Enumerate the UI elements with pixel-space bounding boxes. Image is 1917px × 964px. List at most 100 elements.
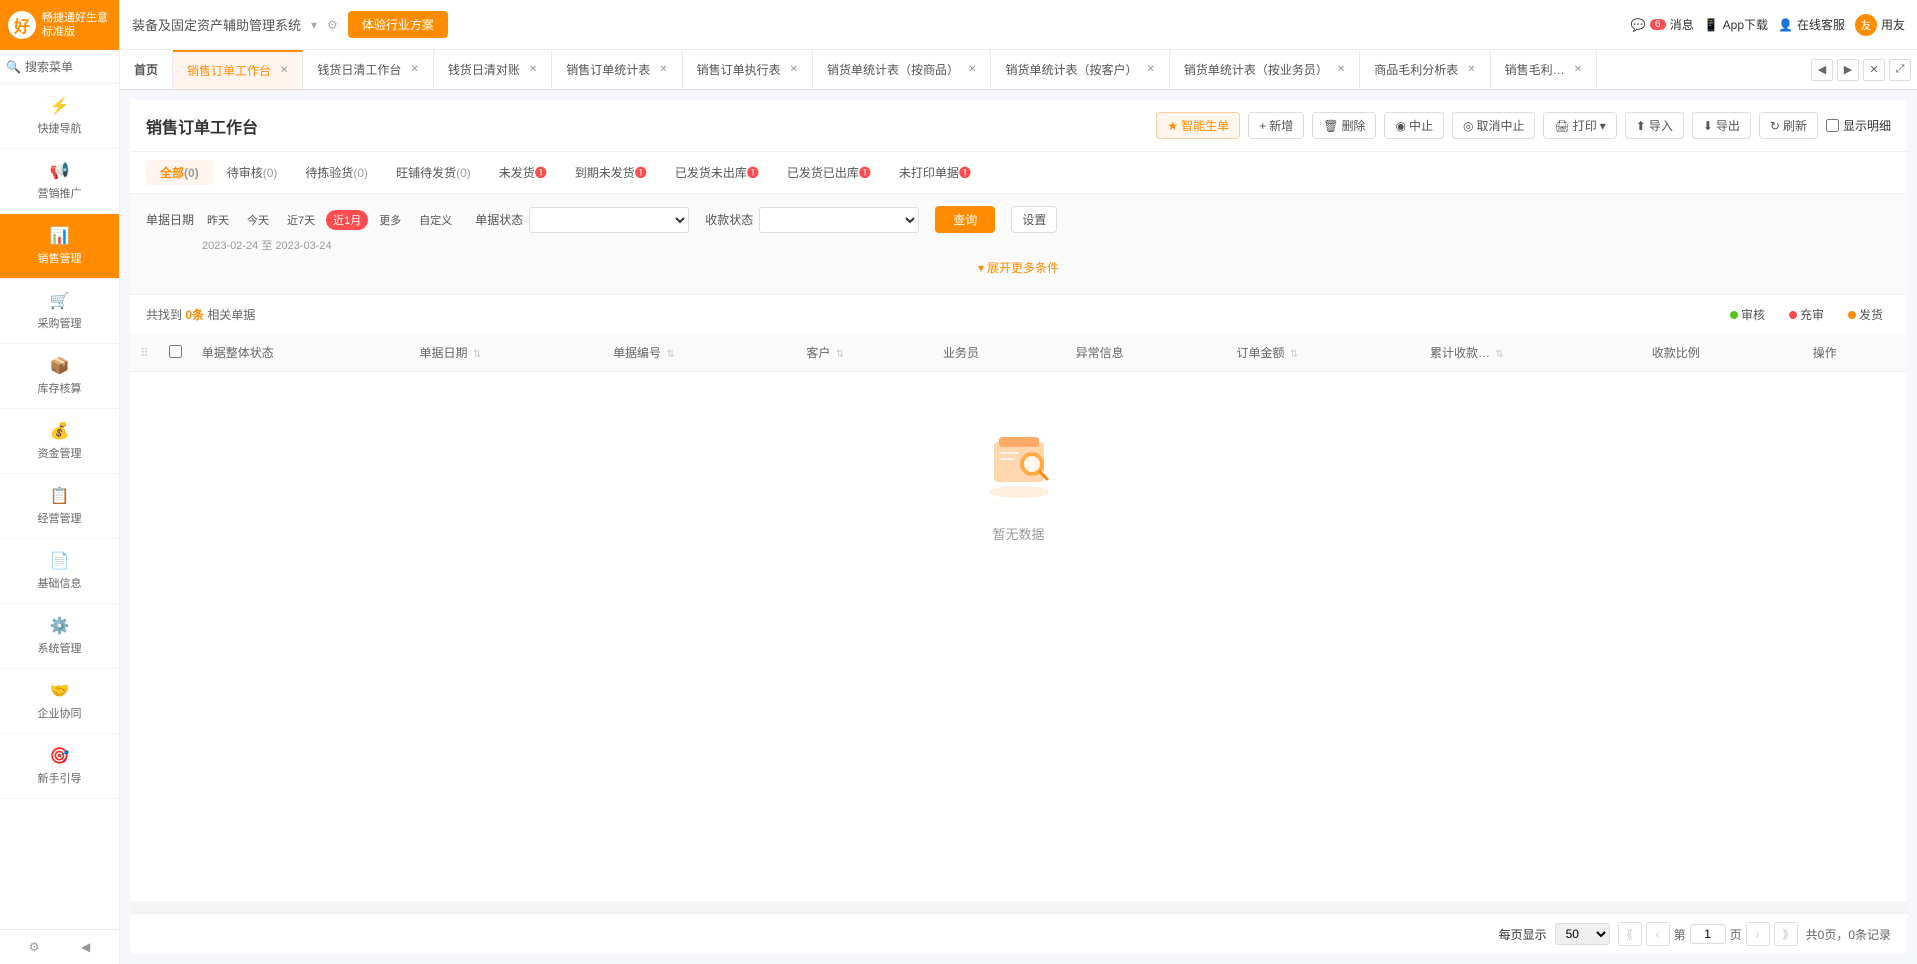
tab-close-sales-stats[interactable]: ✕ (659, 64, 667, 75)
tab-close-gross-profit[interactable]: ✕ (1467, 64, 1475, 75)
filter-tab-shipped-not-out[interactable]: 已发货未出库❶ (661, 160, 773, 185)
ship-btn[interactable]: 发货 (1840, 303, 1891, 326)
show-detail-checkbox[interactable] (1826, 119, 1839, 132)
date-btn-yesterday[interactable]: 昨天 (200, 210, 236, 230)
sidebar-item-sales[interactable]: 📊 销售管理 (0, 214, 119, 279)
sidebar-item-search[interactable]: 🔍 搜索菜单 (0, 50, 119, 84)
tab-close-sales-order[interactable]: ✕ (280, 65, 288, 76)
filter-tab-pending-inspect[interactable]: 待拣验货(0) (291, 160, 382, 185)
filter-tab-overdue-unshipped[interactable]: 到期未发货❶ (561, 160, 661, 185)
tab-home[interactable]: 首页 (120, 51, 173, 88)
export-btn[interactable]: ⬇ 导出 (1692, 112, 1751, 139)
delete-btn[interactable]: 🗑 删除 (1312, 112, 1376, 139)
operations-icon: 📋 (50, 486, 70, 506)
count-value: 0条 (185, 308, 207, 322)
print-btn[interactable]: 🖨 打印 ▾ (1543, 112, 1616, 139)
date-btn-custom[interactable]: 自定义 (412, 210, 459, 230)
tab-sales-customer[interactable]: 销货单统计表（按客户） ✕ (991, 51, 1169, 88)
th-customer[interactable]: 客户 ⇅ (796, 334, 933, 372)
expand-chevron-icon: ▾ (978, 261, 984, 275)
tab-scroll-right[interactable]: ▶ (1837, 59, 1859, 81)
sidebar-settings-btn[interactable]: ⚙ (29, 940, 40, 954)
sidebar-item-purchase[interactable]: 🛒 采购管理 (0, 279, 119, 344)
date-btn-more[interactable]: 更多 (372, 210, 408, 230)
query-btn[interactable]: 查询 (935, 206, 995, 233)
th-order-amount[interactable]: 订单金额 ⇅ (1227, 334, 1420, 372)
date-btn-1month[interactable]: 近1月 (326, 210, 368, 230)
filter-tab-all[interactable]: 全部(0) (146, 160, 213, 185)
message-count: 6 (1650, 19, 1666, 30)
filter-tab-unshipped[interactable]: 未发货❶ (485, 160, 561, 185)
tab-sales-salesperson[interactable]: 销货单统计表（按业务员） ✕ (1170, 51, 1360, 88)
th-bill-no[interactable]: 单据编号 ⇅ (603, 334, 796, 372)
industry-solution-btn[interactable]: 体验行业方案 (348, 11, 448, 38)
online-service-btn[interactable]: 👤 在线客服 (1778, 16, 1845, 33)
finance-label: 资金管理 (38, 445, 82, 461)
tab-close-sales-execute[interactable]: ✕ (790, 64, 798, 75)
tab-close-cash-daily[interactable]: ✕ (410, 64, 418, 75)
tab-cash-daily-workbench[interactable]: 钱货日清工作台 ✕ (303, 51, 433, 88)
page-first-btn[interactable]: ⟪ (1618, 922, 1642, 946)
date-btn-today[interactable]: 今天 (240, 210, 276, 230)
date-range-display: 2023-02-24 至 2023-03-24 (202, 237, 1891, 253)
tab-close-all[interactable]: ✕ (1863, 59, 1885, 81)
sidebar-item-finance[interactable]: 💰 资金管理 (0, 409, 119, 474)
message-btn[interactable]: 💬 6 消息 (1631, 16, 1694, 33)
page-last-btn[interactable]: ⟫ (1774, 922, 1798, 946)
th-bill-date[interactable]: 单据日期 ⇅ (410, 334, 603, 372)
page-size-select[interactable]: 10 20 50 100 (1555, 923, 1610, 945)
expand-icon[interactable]: ▾ (311, 18, 317, 32)
tab-reconciliation[interactable]: 钱货日清对账 ✕ (434, 51, 552, 88)
sidebar-item-cooperation[interactable]: 🤝 企业协同 (0, 669, 119, 734)
import-btn[interactable]: ⬆ 导入 (1625, 112, 1684, 139)
tab-sales-stats[interactable]: 销售订单统计表 ✕ (552, 51, 682, 88)
filter-tab-pending-review[interactable]: 待审核(0) (213, 160, 292, 185)
review-btn[interactable]: 审核 (1722, 303, 1773, 326)
th-accumulated-receipt[interactable]: 累计收款… ⇅ (1420, 334, 1642, 372)
filter-tab-wangpu-pending[interactable]: 旺铺待发货(0) (382, 160, 485, 185)
tab-scroll-left[interactable]: ◀ (1811, 59, 1833, 81)
sidebar-item-marketing[interactable]: 📢 营销推广 (0, 149, 119, 214)
tab-close-sales-profit[interactable]: ✕ (1574, 64, 1582, 75)
page-prev-btn[interactable]: ‹ (1646, 922, 1670, 946)
tab-close-sales-customer[interactable]: ✕ (1146, 64, 1154, 75)
add-btn[interactable]: + 新增 (1248, 112, 1304, 139)
show-detail-toggle[interactable]: 显示明细 (1826, 117, 1891, 134)
page-next-btn[interactable]: › (1746, 922, 1770, 946)
sidebar-item-inventory[interactable]: 📦 库存核算 (0, 344, 119, 409)
page-input[interactable] (1690, 924, 1726, 944)
select-all-checkbox[interactable] (169, 345, 182, 358)
horizontal-scrollbar[interactable] (130, 901, 1907, 913)
tab-sales-profit[interactable]: 销售毛利… ✕ (1491, 51, 1597, 88)
tab-fullscreen[interactable]: ⤢ (1889, 59, 1911, 81)
date-btn-7days[interactable]: 近7天 (280, 210, 322, 230)
sidebar-collapse-btn[interactable]: ◀ (81, 940, 90, 954)
sidebar-item-operations[interactable]: 📋 经营管理 (0, 474, 119, 539)
filter-tab-shipped-out[interactable]: 已发货已出库❶ (773, 160, 885, 185)
user-btn[interactable]: 友 用友 (1855, 14, 1905, 36)
expand-more-btn[interactable]: ▾ 展开更多条件 (978, 259, 1059, 276)
cancel-stop-btn[interactable]: ◎ 取消中止 (1452, 112, 1536, 139)
payment-select[interactable] (759, 207, 919, 233)
sidebar-item-baseinfo[interactable]: 📄 基础信息 (0, 539, 119, 604)
tab-sales-execute[interactable]: 销售订单执行表 ✕ (683, 51, 813, 88)
status-select[interactable] (529, 207, 689, 233)
tab-close-sales-goods[interactable]: ✕ (968, 64, 976, 75)
tab-close-reconciliation[interactable]: ✕ (529, 64, 537, 75)
tab-close-sales-salesperson[interactable]: ✕ (1337, 64, 1345, 75)
sidebar-item-quicknav[interactable]: ⚡ 快捷导航 (0, 84, 119, 149)
refresh-btn[interactable]: ↻ 刷新 (1759, 112, 1818, 139)
settings-query-btn[interactable]: 设置 (1011, 206, 1057, 233)
settings-icon[interactable]: ⚙ (327, 18, 338, 32)
app-download-btn[interactable]: 📱 App下载 (1704, 16, 1768, 33)
smart-create-btn[interactable]: ★ 智能生单 (1156, 112, 1240, 139)
sidebar-item-newguide[interactable]: 🎯 新手引导 (0, 734, 119, 799)
undo-review-btn[interactable]: 充审 (1781, 303, 1832, 326)
cancel-stop-icon: ◎ (1463, 119, 1473, 133)
filter-tab-unprinted[interactable]: 未打印单据❶ (885, 160, 985, 185)
tab-sales-goods[interactable]: 销货单统计表（按商品） ✕ (813, 51, 991, 88)
stop-btn[interactable]: ◉ 中止 (1384, 112, 1444, 139)
sidebar-item-sysmanage[interactable]: ⚙️ 系统管理 (0, 604, 119, 669)
tab-gross-profit[interactable]: 商品毛利分析表 ✕ (1360, 51, 1490, 88)
tab-sales-order-workbench[interactable]: 销售订单工作台 ✕ (173, 50, 303, 89)
